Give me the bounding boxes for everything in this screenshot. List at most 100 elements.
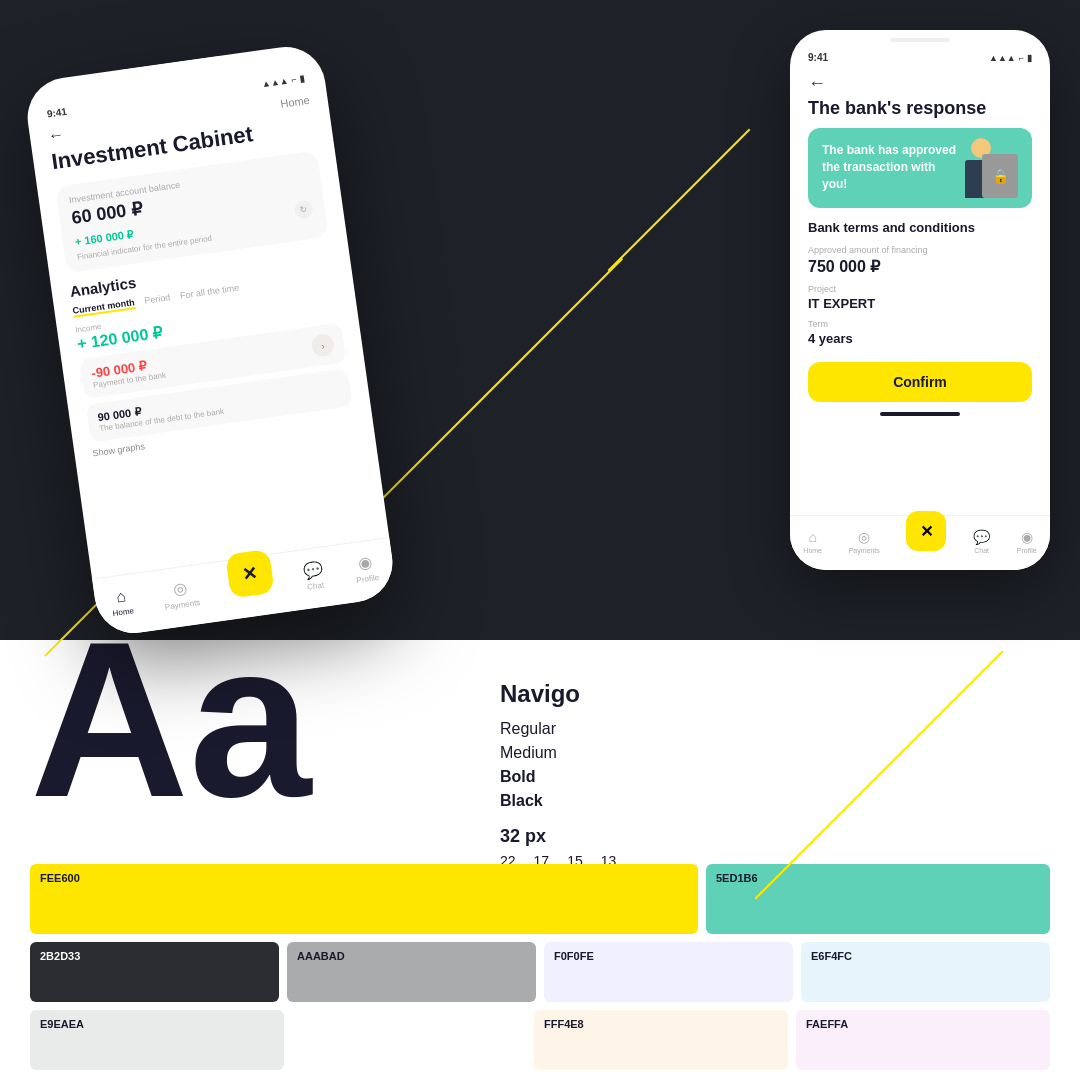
debt-info: 90 000 ₽ The balance of the debt to the …	[97, 394, 225, 433]
home-icon: ⌂	[115, 587, 127, 606]
tab-all-time[interactable]: For all the time	[179, 283, 240, 303]
nav-home-right[interactable]: ⌂ Home	[803, 529, 822, 554]
weight-medium: Medium	[500, 744, 616, 762]
size-primary: 32 px	[500, 826, 616, 847]
phone-content-right: ← The bank's response The bank has appro…	[790, 67, 1050, 408]
color-hex-teal: 5ED1B6	[716, 872, 758, 884]
bank-approved-banner: The bank has approved the transaction wi…	[808, 128, 1032, 208]
fab-button-left[interactable]: ✕	[225, 548, 275, 598]
phone-status-right: 9:41 ▲▲▲ ⌐ ▮	[790, 42, 1050, 67]
font-name: Navigo	[500, 680, 616, 708]
term-term: Term 4 years	[808, 319, 1032, 346]
nav-chat-label: Chat	[307, 580, 325, 591]
font-sizes: 32 px 22 17 15 13	[500, 826, 616, 869]
banker-illustration: 🔒	[963, 138, 1018, 198]
refresh-icon[interactable]: ↻	[294, 200, 314, 220]
signal-icon-right: ▲▲▲	[989, 53, 1016, 63]
color-hex-dark: 2B2D33	[40, 950, 80, 962]
bank-response-title: The bank's response	[808, 98, 1032, 120]
approved-label: Approved amount of financing	[808, 245, 1032, 255]
project-term: Project IT EXPERT	[808, 284, 1032, 311]
arrow-icon[interactable]: ›	[310, 333, 335, 358]
profile-icon: ◉	[357, 552, 374, 573]
swatch-dark: 2B2D33	[30, 942, 279, 1002]
color-palette-section: Aa Navigo Regular Medium Bold Black 32 p…	[0, 640, 1080, 1080]
big-letters: Aa	[30, 610, 311, 830]
payments-icon-right: ◎	[858, 529, 870, 545]
payment-info: -90 000 ₽ Payment to the bank	[90, 356, 166, 390]
nav-home-left[interactable]: ⌂ Home	[109, 586, 134, 618]
weight-bold: Bold	[500, 768, 616, 786]
chat-icon: 💬	[302, 559, 324, 581]
swatch-empty	[292, 1010, 526, 1070]
home-icon-right: ⌂	[808, 529, 816, 545]
back-button-right[interactable]: ←	[808, 73, 1032, 94]
bank-terms-title: Bank terms and conditions	[808, 220, 1032, 235]
swatch-lightblue: E6F4FC	[801, 942, 1050, 1002]
nav-profile-left[interactable]: ◉ Profile	[353, 552, 380, 585]
nav-profile-label: Profile	[356, 572, 380, 584]
tab-current-month[interactable]: Current month	[72, 298, 136, 319]
bottom-nav-right: ⌂ Home ◎ Payments ✕ 💬 Chat ◉ Profile	[790, 515, 1050, 570]
profile-icon-right: ◉	[1021, 529, 1033, 545]
phone-content-left: ← Home Investment Cabinet Investment acc…	[28, 80, 373, 461]
nav-payments-label: Payments	[164, 597, 200, 611]
nav-chat-label-right: Chat	[974, 547, 989, 554]
phone-right: 9:41 ▲▲▲ ⌐ ▮ ← The bank's response The b…	[790, 30, 1050, 570]
color-hex-cream: FFF4E8	[544, 1018, 584, 1030]
chat-icon-right: 💬	[973, 529, 990, 545]
home-indicator-right	[880, 412, 960, 416]
color-row-2: 2B2D33 AAABAD F0F0FE E6F4FC	[30, 942, 1050, 1002]
nav-profile-right[interactable]: ◉ Profile	[1017, 529, 1037, 554]
weight-regular: Regular	[500, 720, 616, 738]
color-row-3: E9EAEA FFF4E8 FAEFFA	[30, 1010, 1050, 1070]
swatch-verylightgray: E9EAEA	[30, 1010, 284, 1070]
swatch-yellow: FEE600	[30, 864, 698, 934]
color-grid: FEE600 5ED1B6 2B2D33 AAABAD F0F0FE E6F4F…	[30, 864, 1050, 1070]
approved-amount-term: Approved amount of financing 750 000 ₽	[808, 245, 1032, 276]
back-button-left[interactable]: ←	[47, 125, 65, 145]
swatch-teal: 5ED1B6	[706, 864, 1050, 934]
approved-amount: 750 000 ₽	[808, 257, 1032, 276]
home-label-left: Home	[280, 94, 311, 110]
phone-status-icons-right: ▲▲▲ ⌐ ▮	[989, 53, 1032, 63]
color-hex-lavender: FAEFFA	[806, 1018, 848, 1030]
swatch-lavender: FAEFFA	[796, 1010, 1050, 1070]
nav-payments-left[interactable]: ◎ Payments	[161, 577, 200, 612]
color-hex-lightblue: E6F4FC	[811, 950, 852, 962]
color-hex-yellow: FEE600	[40, 872, 80, 884]
nav-profile-label-right: Profile	[1017, 547, 1037, 554]
wifi-icon: ⌐	[291, 74, 298, 85]
wifi-icon-right: ⌐	[1019, 53, 1024, 63]
phone-left: 9:41 ▲▲▲ ⌐ ▮ ← Home Investment Cabinet I…	[22, 42, 397, 638]
font-weights: Regular Medium Bold Black	[500, 720, 616, 810]
color-row-1: FEE600 5ED1B6	[30, 864, 1050, 934]
phone-time-right: 9:41	[808, 52, 828, 63]
battery-icon-right: ▮	[1027, 53, 1032, 63]
color-hex-verylightgray: E9EAEA	[40, 1018, 84, 1030]
analytics-section: Analytics Current month Period For all t…	[69, 247, 355, 459]
confirm-button[interactable]: Confirm	[808, 362, 1032, 402]
bank-approved-text: The bank has approved the transaction wi…	[822, 142, 963, 192]
battery-icon: ▮	[299, 73, 305, 84]
swatch-lightgray: F0F0FE	[544, 942, 793, 1002]
color-hex-lightgray: F0F0FE	[554, 950, 594, 962]
swatch-gray: AAABAD	[287, 942, 536, 1002]
swatch-cream: FFF4E8	[534, 1010, 788, 1070]
project-label: Project	[808, 284, 1032, 294]
nav-home-label-right: Home	[803, 547, 822, 554]
payments-icon: ◎	[172, 578, 189, 599]
vault-icon: 🔒	[982, 154, 1018, 198]
project-value: IT EXPERT	[808, 296, 1032, 311]
nav-chat-left[interactable]: 💬 Chat	[302, 559, 326, 591]
term-label: Term	[808, 319, 1032, 329]
weight-black: Black	[500, 792, 616, 810]
font-info: Navigo Regular Medium Bold Black 32 px 2…	[500, 680, 616, 869]
nav-payments-label-right: Payments	[849, 547, 880, 554]
color-hex-gray: AAABAD	[297, 950, 345, 962]
term-value: 4 years	[808, 331, 1032, 346]
nav-chat-right[interactable]: 💬 Chat	[973, 529, 990, 554]
tab-period[interactable]: Period	[144, 293, 171, 309]
fab-button-right[interactable]: ✕	[906, 511, 946, 551]
nav-payments-right[interactable]: ◎ Payments	[849, 529, 880, 554]
